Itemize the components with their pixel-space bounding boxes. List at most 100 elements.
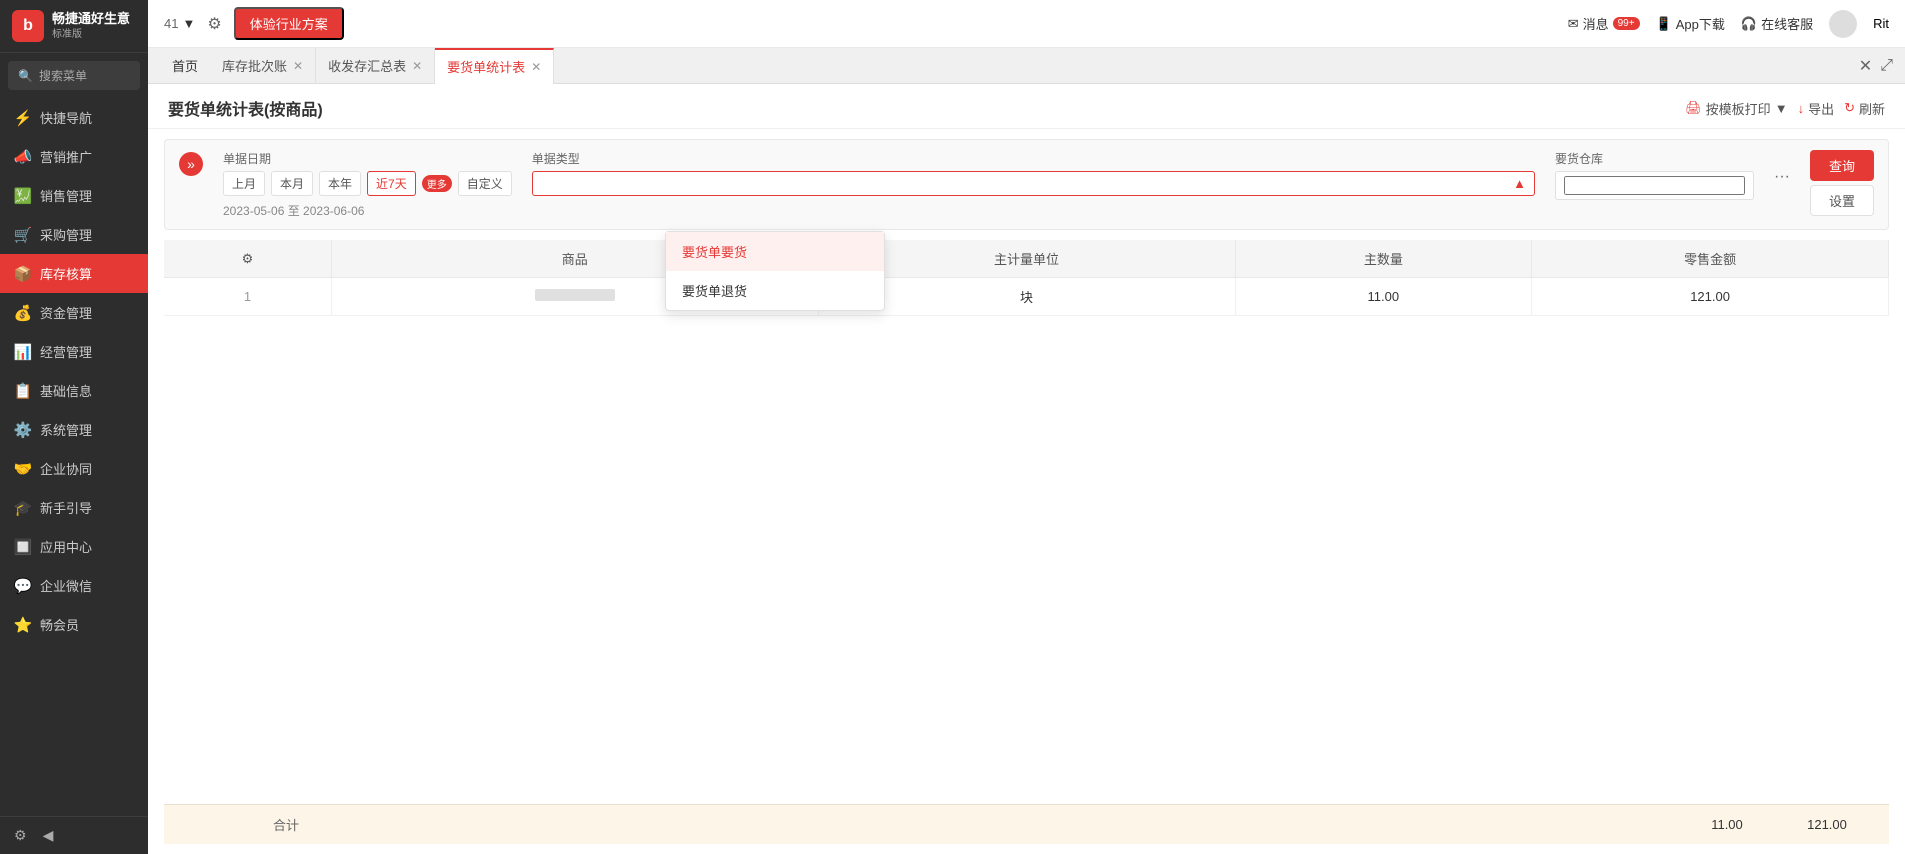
sidebar-item-label: 畅会员 [40,615,79,634]
nav-icon-sales: 💹 [14,187,32,205]
table-footer: 合计 11.00 121.00 [164,804,1889,844]
sidebar-item-inventory[interactable]: 📦 库存核算 [0,254,148,293]
message-icon: ✉ [1568,16,1579,32]
sidebar-item-finance[interactable]: 💰 资金管理 [0,293,148,332]
gear-icon[interactable]: ⚙ [207,14,221,34]
refresh-btn[interactable]: ↻ 刷新 [1844,99,1885,118]
topbar: 41 ▼ ⚙ 体验行业方案 ✉ 消息 99+ 📱 App下载 🎧 在线客服 Ri… [148,0,1905,48]
user-avatar[interactable] [1829,10,1857,38]
type-input[interactable] [541,177,1513,191]
sidebar-item-marketing[interactable]: 📣 营销推广 [0,137,148,176]
app-download-btn[interactable]: 📱 App下载 [1656,14,1725,33]
type-input-container[interactable]: ▲ [532,171,1535,196]
warehouse-input-container[interactable] [1555,171,1754,200]
sidebar-item-enterprise[interactable]: 🤝企业协同 [0,449,148,488]
sidebar-item-system[interactable]: ⚙️系统管理 [0,410,148,449]
print-chevron-icon: ▼ [1775,101,1788,116]
nav-icon-finance: 💰 [14,304,32,322]
settings-icon[interactable]: ⚙ [14,827,27,844]
nav-icon-purchase: 🛒 [14,226,32,244]
date-btn-2[interactable]: 本年 [319,171,361,196]
filter-expand-btn[interactable]: » [179,152,203,176]
date-btn-4[interactable]: 自定义 [458,171,512,196]
sidebar-footer: ⚙ ◀ [0,816,148,854]
print-icon: 🖨 [1685,100,1702,116]
type-chevron-up-icon[interactable]: ▲ [1513,176,1526,191]
online-service-btn[interactable]: 🎧 在线客服 [1741,14,1813,33]
service-icon: 🎧 [1741,16,1757,32]
store-selector[interactable]: 41 ▼ [164,16,195,31]
tab-收发存汇总表[interactable]: 收发存汇总表✕ [316,48,435,84]
sidebar-header: b 畅捷通好生意 标准版 [0,0,148,53]
col-header-qty: 主数量 [1235,240,1532,278]
settings-button[interactable]: 设置 [1810,185,1874,216]
row-index: 1 [164,278,332,316]
print-template-btn[interactable]: 🖨 按模板打印 ▼ [1685,99,1787,118]
sidebar-item-operations[interactable]: 📊经营管理 [0,332,148,371]
expand-icon[interactable]: ⤢ [1880,57,1893,75]
topbar-left: 41 ▼ ⚙ 体验行业方案 [164,7,344,40]
table-row: 1 块 11.00 121.00 [164,278,1889,316]
type-filter-group: 单据类型 ▲ 要货单要货要货单退货 [532,150,1535,196]
tab-list: 库存批次账✕收发存汇总表✕要货单统计表✕ [210,48,554,84]
warehouse-input[interactable] [1564,176,1745,195]
brand-name: 畅捷通好生意 标准版 [52,11,130,41]
sidebar-item-base-info[interactable]: 📋基础信息 [0,371,148,410]
sidebar-item-wechat[interactable]: 💬 企业微信 [0,566,148,605]
dropdown-item-要货单要货[interactable]: 要货单要货 [666,232,884,271]
nav-icon-marketing: 📣 [14,148,32,166]
col-header-amount: 零售金额 [1532,240,1889,278]
date-btn-0[interactable]: 上月 [223,171,265,196]
query-button[interactable]: 查询 [1810,150,1874,181]
sidebar-item-label: 资金管理 [40,303,92,322]
warehouse-filter-group: 要货仓库 [1555,150,1754,200]
data-table-container: ⚙商品主计量单位主数量零售金额 1 块 11.00 121.00 [164,240,1889,804]
nav-icon-wechat: 💬 [14,577,32,595]
col-header-settings[interactable]: ⚙ [164,240,332,278]
sidebar-item-guide[interactable]: 🎓新手引导 [0,488,148,527]
sidebar-item-label: 企业微信 [40,576,92,595]
page-title: 要货单统计表(按商品) [168,96,323,120]
refresh-icon: ↻ [1844,100,1855,116]
sidebar-item-app-center[interactable]: 🔲应用中心 [0,527,148,566]
tab-close-icon[interactable]: ✕ [412,59,422,73]
tab-label: 库存批次账 [222,56,287,75]
type-dropdown: 要货单要货要货单退货 [665,231,885,311]
data-table: ⚙商品主计量单位主数量零售金额 1 块 11.00 121.00 [164,240,1889,316]
tab-close-icon[interactable]: ✕ [531,60,541,74]
date-btn-3[interactable]: 近7天 [367,171,416,196]
close-all-icon[interactable]: ✕ [1859,56,1872,76]
tab-home[interactable]: 首页 [160,56,210,75]
tab-库存批次账[interactable]: 库存批次账 ✕ [210,48,316,84]
filter-bar: » 单据日期 上月本月本年近7天更多自定义 2023-05-06 至 2023-… [164,139,1889,230]
date-btn-1[interactable]: 本月 [271,171,313,196]
tabs-actions: ✕ ⤢ [1859,56,1893,76]
username-label: Rit [1873,16,1889,31]
footer-qty: 11.00 [1677,817,1777,832]
date-filter-group: 单据日期 上月本月本年近7天更多自定义 2023-05-06 至 2023-06… [223,150,512,219]
sidebar-item-label: 营销推广 [40,147,92,166]
sidebar-search[interactable]: 🔍 搜索菜单 [8,61,140,90]
tab-要货单统计表[interactable]: 要货单统计表✕ [435,48,554,84]
sidebar-item-label: 应用中心 [40,537,92,556]
message-btn[interactable]: ✉ 消息 99+ [1568,14,1640,33]
date-options-row: 上月本月本年近7天更多自定义 [223,171,512,196]
filter-more-icon[interactable]: ··· [1774,168,1790,186]
collapse-icon[interactable]: ◀ [43,827,54,844]
dropdown-item-要货单退货[interactable]: 要货单退货 [666,271,884,310]
tab-close-icon[interactable]: ✕ [293,59,303,73]
nav-icon-inventory: 📦 [14,265,32,283]
promo-button[interactable]: 体验行业方案 [234,7,344,40]
date-range-display: 2023-05-06 至 2023-06-06 [223,202,512,219]
row-amount: 121.00 [1532,278,1889,316]
export-btn[interactable]: ↓ 导出 [1798,99,1835,118]
sidebar-item-purchase[interactable]: 🛒 采购管理 [0,215,148,254]
sidebar-item-label: 采购管理 [40,225,92,244]
sidebar-item-sales[interactable]: 💹销售管理 [0,176,148,215]
footer-amount: 121.00 [1777,817,1877,832]
sidebar-item-label: 库存核算 [40,264,92,283]
sidebar-item-membership[interactable]: ⭐畅会员 [0,605,148,644]
page-actions: 🖨 按模板打印 ▼ ↓ 导出 ↻ 刷新 [1685,99,1885,118]
type-filter-label: 单据类型 [532,150,1535,167]
sidebar-item-quick-nav[interactable]: ⚡快捷导航 [0,98,148,137]
